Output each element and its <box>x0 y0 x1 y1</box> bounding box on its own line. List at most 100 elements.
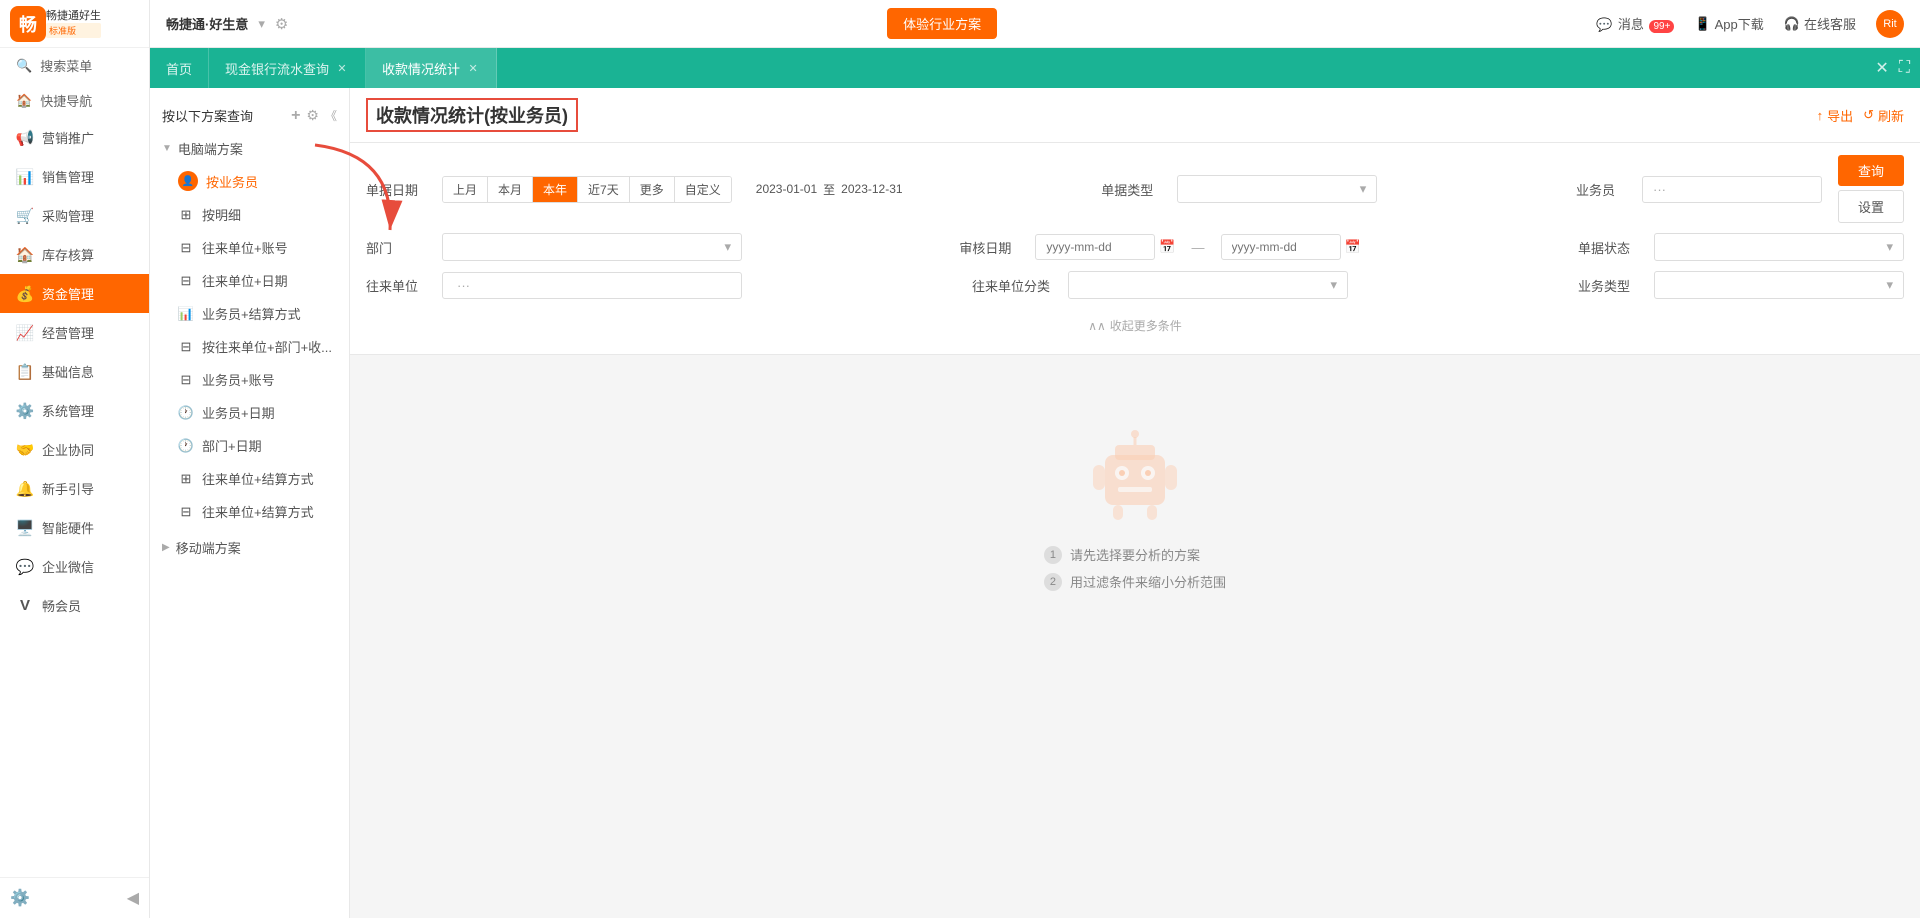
close-all-tabs-icon[interactable]: ✕ <box>1875 58 1888 78</box>
online-service[interactable]: 🎧 在线客服 <box>1784 14 1856 33</box>
date-tab-this-month[interactable]: 本月 <box>488 177 533 202</box>
collapse-label: 收起更多条件 <box>1110 317 1182 334</box>
date-range-display: 2023-01-01 至 2023-12-31 <box>756 181 903 198</box>
mobile-group-title[interactable]: ▶ 移动端方案 <box>150 532 349 563</box>
calendar-to-icon[interactable]: 📅 <box>1345 239 1361 255</box>
tip-num-2: 2 <box>1044 573 1062 591</box>
voucher-date-label: 单据日期 <box>366 180 426 199</box>
add-scheme-icon[interactable]: + <box>291 107 300 125</box>
calendar-from-icon[interactable]: 📅 <box>1159 239 1175 255</box>
scheme-collapse-icon[interactable]: 《 <box>325 107 337 125</box>
app-download[interactable]: 📱 App下载 <box>1694 14 1763 33</box>
wechat-icon: 💬 <box>16 558 34 576</box>
finance-label: 资金管理 <box>42 284 94 303</box>
quick-nav-label: 快捷导航 <box>40 91 92 110</box>
scheme-partner-date[interactable]: ⊟ 往来单位+日期 <box>150 264 349 297</box>
review-date-to-group: 📅 <box>1221 234 1361 260</box>
sidebar-item-purchase[interactable]: 🛒 采购管理 <box>0 196 149 235</box>
sidebar-item-operation[interactable]: 📈 经营管理 <box>0 313 149 352</box>
scheme-partner-settlement2[interactable]: ⊟ 往来单位+结算方式 <box>150 495 349 528</box>
export-button[interactable]: ↑ 导出 <box>1817 106 1854 125</box>
scheme-salesperson-account-label: 业务员+账号 <box>202 370 275 389</box>
review-date-from-input[interactable] <box>1035 234 1155 260</box>
sales-icon: 📊 <box>16 168 34 186</box>
sidebar-item-system[interactable]: ⚙️ 系统管理 <box>0 391 149 430</box>
header-right: 💬 消息 99+ 📱 App下载 🎧 在线客服 Rit <box>1596 10 1904 38</box>
scheme-salesperson-account[interactable]: ⊟ 业务员+账号 <box>150 363 349 396</box>
marketing-icon: 📢 <box>16 129 34 147</box>
tab-bank-close-icon[interactable]: ✕ <box>335 61 349 75</box>
member-icon: V <box>16 597 34 615</box>
tab-bank[interactable]: 现金银行流水查询 ✕ <box>209 48 366 88</box>
salesperson-select[interactable]: ··· <box>1642 176 1822 203</box>
date-tab-this-year[interactable]: 本年 <box>533 177 578 202</box>
tab-receipt-close-icon[interactable]: ✕ <box>466 61 480 75</box>
settings-header-icon[interactable]: ⚙ <box>275 15 288 33</box>
wechat-label: 企业微信 <box>42 557 94 576</box>
voucher-type-select[interactable]: ▾ <box>1177 175 1377 203</box>
date-tab-last-month[interactable]: 上月 <box>443 177 488 202</box>
download-label: App下载 <box>1715 14 1764 33</box>
settings-bottom-icon[interactable]: ⚙️ <box>10 888 30 908</box>
query-button[interactable]: 查询 <box>1838 155 1904 186</box>
collapse-button[interactable]: ∧∧ 收起更多条件 <box>1088 317 1182 334</box>
sidebar-item-marketing[interactable]: 📢 营销推广 <box>0 118 149 157</box>
scheme-partner-settlement1[interactable]: ⊞ 往来单位+结算方式 <box>150 462 349 495</box>
guide-label: 新手引导 <box>42 479 94 498</box>
refresh-label: 刷新 <box>1878 106 1904 125</box>
dept-select[interactable]: ▾ <box>442 233 742 261</box>
sidebar-item-basic[interactable]: 📋 基础信息 <box>0 352 149 391</box>
date-tab-group: 上月 本月 本年 近7天 更多 自定义 <box>442 176 732 203</box>
sidebar-item-cooperation[interactable]: 🤝 企业协同 <box>0 430 149 469</box>
sidebar-item-inventory[interactable]: 🏠 库存核算 <box>0 235 149 274</box>
voucher-status-select[interactable]: ▾ <box>1654 233 1904 261</box>
scheme-partner-account[interactable]: ⊟ 往来单位+账号 <box>150 231 349 264</box>
sidebar-item-finance[interactable]: 💰 资金管理 <box>0 274 149 313</box>
user-avatar[interactable]: Rit <box>1876 10 1904 38</box>
sidebar-item-guide[interactable]: 🔔 新手引导 <box>0 469 149 508</box>
scheme-salesperson-settlement[interactable]: 📊 业务员+结算方式 <box>150 297 349 330</box>
system-label: 系统管理 <box>42 401 94 420</box>
date-tab-7days[interactable]: 近7天 <box>578 177 630 202</box>
header-left: 畅捷通·好生意 ▾ ⚙ <box>166 14 288 33</box>
tip-item-2: 2 用过滤条件来缩小分析范围 <box>1044 572 1226 591</box>
business-type-select[interactable]: ▾ <box>1654 271 1904 299</box>
sidebar-item-member[interactable]: V 畅会员 <box>0 586 149 625</box>
scheme-settings-icon[interactable]: ⚙ <box>306 107 319 125</box>
scheme-dept-date[interactable]: 🕐 部门+日期 <box>150 429 349 462</box>
dropdown-arrow-icon[interactable]: ▾ <box>258 16 265 32</box>
desktop-group-title[interactable]: ▼ 电脑端方案 <box>150 133 349 164</box>
partner-category-select[interactable]: ▾ <box>1068 271 1348 299</box>
sidebar-item-wechat[interactable]: 💬 企业微信 <box>0 547 149 586</box>
partner-dept-icon: ⊟ <box>178 339 194 355</box>
expand-icon[interactable]: ⛶ <box>1899 59 1910 77</box>
scheme-salesperson-date[interactable]: 🕐 业务员+日期 <box>150 396 349 429</box>
partner-more-icon[interactable]: ··· <box>457 278 470 293</box>
trial-button[interactable]: 体验行业方案 <box>887 8 997 39</box>
operation-icon: 📈 <box>16 324 34 342</box>
page-header-actions: ↑ 导出 ↺ 刷新 <box>1817 106 1904 125</box>
collapse-sidebar-icon[interactable]: ◀ <box>127 888 139 908</box>
refresh-button[interactable]: ↺ 刷新 <box>1863 106 1904 125</box>
message-badge: 99+ <box>1649 20 1674 33</box>
search-menu-item[interactable]: 🔍 搜索菜单 <box>0 48 149 83</box>
tab-home[interactable]: 首页 <box>150 48 209 88</box>
date-tab-more[interactable]: 更多 <box>630 177 675 202</box>
scheme-by-detail[interactable]: ⊞ 按明细 <box>150 198 349 231</box>
basic-label: 基础信息 <box>42 362 94 381</box>
message-area[interactable]: 💬 消息 99+ <box>1596 14 1674 33</box>
sidebar-item-hardware[interactable]: 🖥️ 智能硬件 <box>0 508 149 547</box>
main-area: 畅捷通·好生意 ▾ ⚙ 体验行业方案 💬 消息 99+ 📱 App下载 🎧 在线… <box>150 0 1920 918</box>
refresh-icon: ↺ <box>1863 107 1874 123</box>
tab-receipt[interactable]: 收款情况统计 ✕ <box>366 48 497 88</box>
sidebar-item-sales[interactable]: 📊 销售管理 <box>0 157 149 196</box>
scheme-by-salesperson[interactable]: 👤 按业务员 <box>150 164 349 198</box>
quick-nav-item[interactable]: 🏠 快捷导航 <box>0 83 149 118</box>
robot-svg <box>1075 415 1195 535</box>
review-date-to-input[interactable] <box>1221 234 1341 260</box>
scheme-detail-label: 按明细 <box>202 205 241 224</box>
date-tab-custom[interactable]: 自定义 <box>675 177 731 202</box>
partner-select[interactable]: ··· <box>442 272 742 299</box>
scheme-partner-dept[interactable]: ⊟ 按往来单位+部门+收... <box>150 330 349 363</box>
settings-button[interactable]: 设置 <box>1838 190 1904 223</box>
